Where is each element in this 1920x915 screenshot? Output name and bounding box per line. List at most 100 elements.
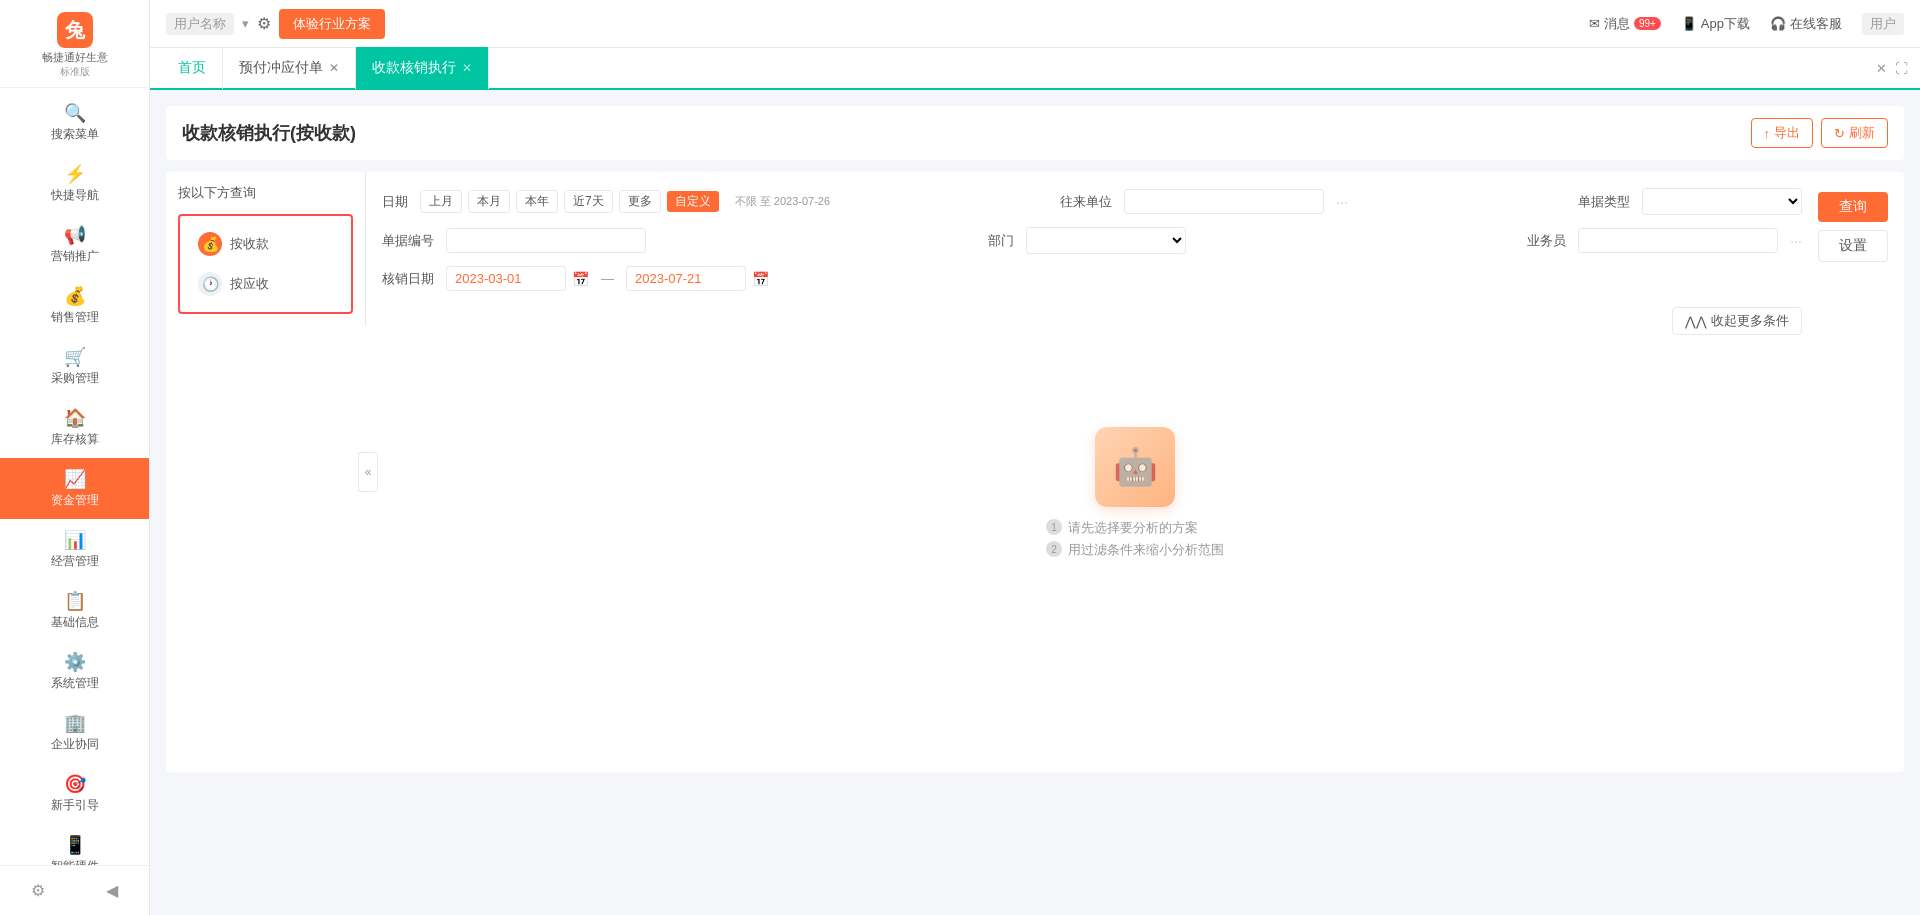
tab-close-all-icon[interactable]: ✕ xyxy=(1876,61,1887,76)
tab-collection-close-icon[interactable]: ✕ xyxy=(462,61,472,75)
doc-type-select[interactable] xyxy=(1642,188,1802,215)
sidebar-item-basic[interactable]: 📋 基础信息 xyxy=(0,580,149,641)
dept-select[interactable] xyxy=(1026,227,1186,254)
filter-line-1: 日期 上月 本月 本年 近7天 更多 自定义 不限 至 2023-07-26 xyxy=(382,188,1802,215)
tab-collection-label: 收款核销执行 xyxy=(372,59,456,77)
sidebar-label-system: 系统管理 xyxy=(51,675,99,692)
doc-number-label: 单据编号 xyxy=(382,232,434,250)
search-icon: 🔍 xyxy=(64,102,86,124)
empty-illustration: 🤖 xyxy=(1095,427,1175,507)
sidebar-menu: 🔍 搜索菜单 ⚡ 快捷导航 📢 营销推广 💰 销售管理 🛒 采购管理 🏠 库存核… xyxy=(0,88,149,865)
left-panel-wrapper: 按以下方查询 💰 按收款 🕐 按应收 « xyxy=(166,172,366,772)
by-receipt-icon: 💰 xyxy=(198,232,222,256)
online-service-nav-item[interactable]: 🎧 在线客服 xyxy=(1770,15,1842,33)
sidebar-item-guide[interactable]: 🎯 新手引导 xyxy=(0,763,149,824)
header-dropdown-icon[interactable]: ▾ xyxy=(242,16,249,31)
collapse-left-panel-btn[interactable]: « xyxy=(358,452,378,492)
date-btn-7days[interactable]: 近7天 xyxy=(564,190,613,213)
date-btn-last-month[interactable]: 上月 xyxy=(420,190,462,213)
app-edition: 标准版 xyxy=(60,65,90,79)
date-sub-text: 不限 至 2023-07-26 xyxy=(735,194,830,209)
query-button[interactable]: 查询 xyxy=(1818,192,1888,222)
sidebar-item-search[interactable]: 🔍 搜索菜单 xyxy=(0,92,149,153)
write-off-date-start-group: 📅 xyxy=(446,266,589,291)
doc-type-label: 单据类型 xyxy=(1578,193,1630,211)
basic-icon: 📋 xyxy=(64,590,86,612)
doc-number-input[interactable] xyxy=(446,228,646,253)
sidebar-label-inventory: 库存核算 xyxy=(51,431,99,448)
query-option-by-receipt[interactable]: 💰 按收款 xyxy=(188,224,343,264)
tab-prepay[interactable]: 预付冲应付单 ✕ xyxy=(223,47,356,89)
tab-expand-icon[interactable]: ⛶ xyxy=(1895,61,1908,76)
staff-ellipsis-icon[interactable]: ··· xyxy=(1790,233,1802,249)
sidebar-item-sales[interactable]: 💰 销售管理 xyxy=(0,275,149,336)
refresh-button[interactable]: ↻ 刷新 xyxy=(1821,118,1888,148)
sidebar-item-purchase[interactable]: 🛒 采购管理 xyxy=(0,336,149,397)
sidebar-item-hardware[interactable]: 📱 智能硬件 xyxy=(0,824,149,865)
date-options-group: 上月 本月 本年 近7天 更多 自定义 xyxy=(420,190,719,213)
staff-input[interactable] xyxy=(1578,228,1778,253)
collapse-sidebar-btn[interactable]: ◀︎ xyxy=(101,876,123,905)
calendar-start-icon[interactable]: 📅 xyxy=(572,271,589,287)
sidebar-label-basic: 基础信息 xyxy=(51,614,99,631)
sidebar-label-enterprise: 企业协同 xyxy=(51,736,99,753)
date-btn-this-year[interactable]: 本年 xyxy=(516,190,558,213)
page-actions: ↑ 导出 ↻ 刷新 xyxy=(1751,118,1889,148)
settings-button[interactable]: 设置 xyxy=(1818,230,1888,262)
write-off-end-input[interactable] xyxy=(626,266,746,291)
sidebar-item-operation[interactable]: 📊 经营管理 xyxy=(0,519,149,580)
operation-icon: 📊 xyxy=(64,529,86,551)
app-name: 畅捷通好生意 xyxy=(42,50,108,65)
service-icon: 🎧 xyxy=(1770,16,1786,31)
counterpart-input[interactable] xyxy=(1124,189,1324,214)
app-download-nav-item[interactable]: 📱 App下载 xyxy=(1681,15,1750,33)
tab-home[interactable]: 首页 xyxy=(162,47,223,89)
sidebar-item-quick-nav[interactable]: ⚡ 快捷导航 xyxy=(0,153,149,214)
collapse-more-button[interactable]: ⋀⋀ 收起更多条件 xyxy=(1672,307,1802,335)
online-service-label: 在线客服 xyxy=(1790,15,1842,33)
sidebar-label-finance: 资金管理 xyxy=(51,492,99,509)
date-btn-this-month[interactable]: 本月 xyxy=(468,190,510,213)
industry-solution-button[interactable]: 体验行业方案 xyxy=(279,9,385,39)
logo-area: 兔 畅捷通好生意 标准版 xyxy=(0,0,149,88)
sidebar-item-inventory[interactable]: 🏠 库存核算 xyxy=(0,397,149,458)
export-button[interactable]: ↑ 导出 xyxy=(1751,118,1814,148)
by-receipt-label: 按收款 xyxy=(230,235,269,253)
sidebar-item-finance[interactable]: 📈 资金管理 xyxy=(0,458,149,519)
calendar-end-icon[interactable]: 📅 xyxy=(752,271,769,287)
date-label: 日期 xyxy=(382,193,408,211)
date-range-separator: — xyxy=(601,271,614,286)
tab-prepay-close-icon[interactable]: ✕ xyxy=(329,61,339,75)
date-btn-more[interactable]: 更多 xyxy=(619,190,661,213)
sidebar-label-operation: 经营管理 xyxy=(51,553,99,570)
sidebar-item-marketing[interactable]: 📢 营销推广 xyxy=(0,214,149,275)
date-custom-tag[interactable]: 自定义 xyxy=(667,191,719,212)
header-gear-icon[interactable]: ⚙ xyxy=(257,14,271,33)
guide-icon: 🎯 xyxy=(64,773,86,795)
settings-bottom-icon[interactable]: ⚙ xyxy=(26,876,50,905)
query-options-box: 💰 按收款 🕐 按应收 xyxy=(178,214,353,314)
message-label: 消息 xyxy=(1604,15,1630,33)
dept-label: 部门 xyxy=(988,232,1014,250)
top-header: 用户名称 ▾ ⚙ 体验行业方案 ✉ 消息 99+ 📱 App下载 🎧 在线客服 … xyxy=(150,0,1920,48)
hardware-icon: 📱 xyxy=(64,834,86,856)
inventory-icon: 🏠 xyxy=(64,407,86,429)
user-avatar[interactable]: 用户 xyxy=(1862,13,1904,35)
header-left: 用户名称 ▾ ⚙ 体验行业方案 xyxy=(166,9,385,39)
counterpart-label: 往来单位 xyxy=(1060,193,1112,211)
empty-state: 🤖 1 请先选择要分析的方案 2 用过滤条件来缩小分析范围 xyxy=(382,347,1888,643)
sidebar-item-system[interactable]: ⚙️ 系统管理 xyxy=(0,641,149,702)
message-icon: ✉ xyxy=(1589,16,1600,31)
collapse-chevron-icon: ⋀⋀ xyxy=(1685,314,1707,329)
sidebar-item-enterprise[interactable]: 🏢 企业协同 xyxy=(0,702,149,763)
sales-icon: 💰 xyxy=(64,285,86,307)
sidebar-label-guide: 新手引导 xyxy=(51,797,99,814)
counterpart-ellipsis-icon[interactable]: ··· xyxy=(1336,194,1348,210)
purchase-icon: 🛒 xyxy=(64,346,86,368)
query-option-by-receivable[interactable]: 🕐 按应收 xyxy=(188,264,343,304)
by-receivable-label: 按应收 xyxy=(230,275,269,293)
message-nav-item[interactable]: ✉ 消息 99+ xyxy=(1589,15,1661,33)
write-off-start-input[interactable] xyxy=(446,266,566,291)
tab-collection[interactable]: 收款核销执行 ✕ xyxy=(356,47,489,89)
sidebar-label-quick-nav: 快捷导航 xyxy=(51,187,99,204)
